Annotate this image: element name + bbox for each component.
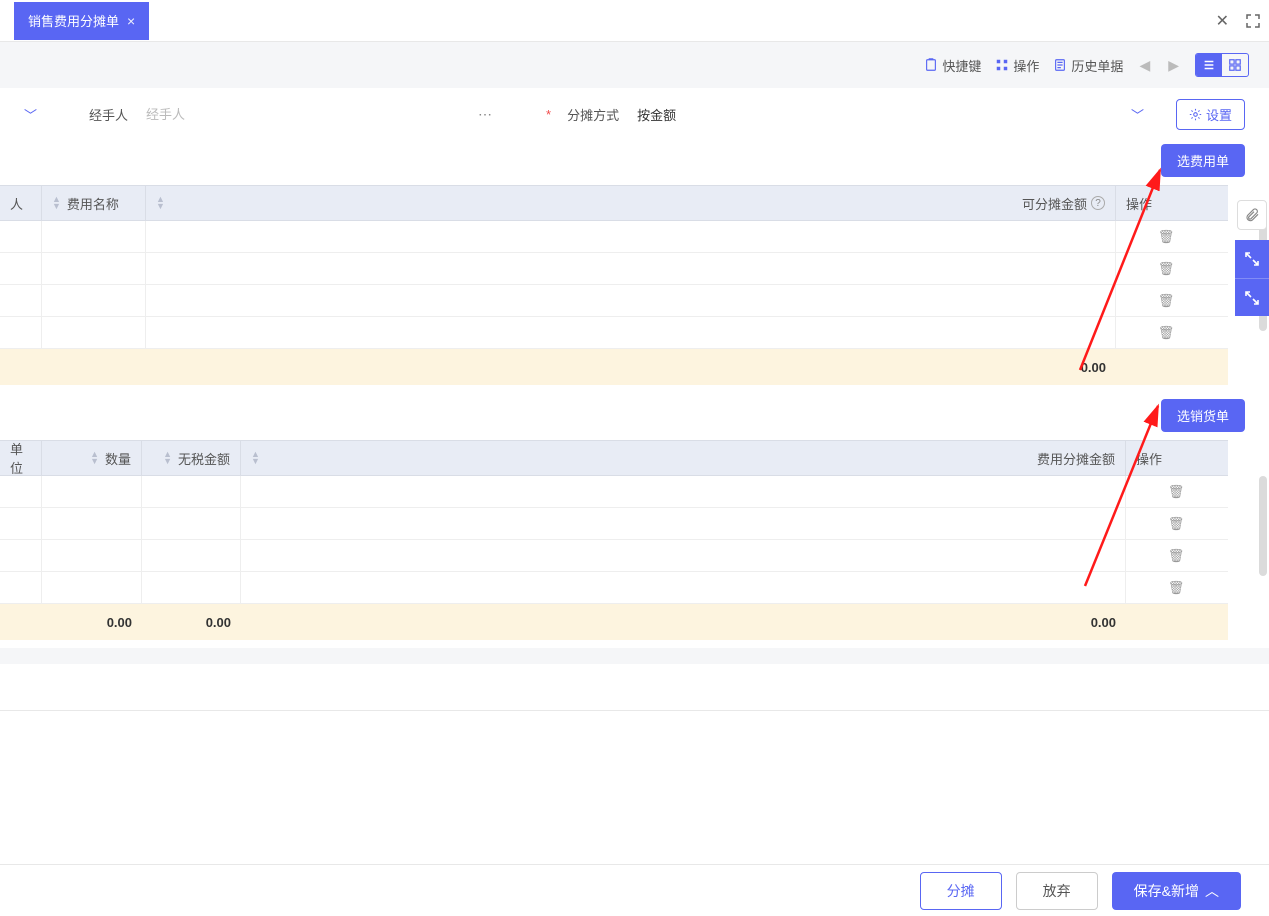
more-icon[interactable]: ⋯ bbox=[478, 106, 494, 123]
history-label: 历史单据 bbox=[1071, 56, 1123, 75]
footer: 分摊 放弃 保存&新增 ︿ bbox=[0, 864, 1269, 916]
expense-grid: 人 ▲▼ 费用名称 ▲▼ 可分摊金额 ? 操作 🗑 🗑 🗑 � bbox=[0, 185, 1269, 385]
expand-out-button[interactable] bbox=[1235, 240, 1269, 278]
sort-icon: ▲▼ bbox=[52, 196, 61, 210]
table-row: 🗑 bbox=[0, 253, 1228, 285]
prev-record-icon[interactable]: ◀ bbox=[1137, 57, 1152, 74]
shortcut-link[interactable]: 快捷键 bbox=[924, 56, 981, 75]
sales-grid: 单位 ▲▼ 数量 ▲▼ 无税金额 ▲▼ 费用分摊金额 操作 🗑 🗑 bbox=[0, 440, 1269, 640]
grid-icon bbox=[995, 58, 1009, 72]
col-notax-amount[interactable]: ▲▼ 无税金额 bbox=[142, 441, 241, 475]
trash-icon[interactable]: 🗑 bbox=[1158, 229, 1175, 245]
col-operation: 操作 bbox=[1126, 441, 1226, 475]
method-select[interactable]: 按金额 ﹀ bbox=[637, 105, 1164, 124]
attachment-button[interactable] bbox=[1237, 200, 1267, 230]
tab-title: 销售费用分摊单 bbox=[28, 11, 119, 30]
handler-label: 经手人 bbox=[89, 105, 128, 124]
table-row: 🗑 bbox=[0, 508, 1228, 540]
trash-icon[interactable]: 🗑 bbox=[1168, 548, 1185, 564]
toolbar: 快捷键 操作 历史单据 ◀ ▶ bbox=[0, 42, 1269, 88]
chevron-down-icon[interactable]: ﹀ bbox=[24, 105, 37, 124]
col-person[interactable]: 人 bbox=[0, 186, 42, 220]
allocate-button[interactable]: 分摊 bbox=[920, 872, 1002, 910]
sort-icon: ▲▼ bbox=[163, 451, 172, 465]
help-icon[interactable]: ? bbox=[1091, 196, 1105, 210]
gear-icon bbox=[1189, 108, 1202, 121]
view-grid-button[interactable] bbox=[1222, 54, 1248, 76]
sales-grid-header: 单位 ▲▼ 数量 ▲▼ 无税金额 ▲▼ 费用分摊金额 操作 bbox=[0, 440, 1228, 476]
sort-icon: ▲▼ bbox=[156, 196, 165, 210]
table-row: 🗑 bbox=[0, 285, 1228, 317]
trash-icon[interactable]: 🗑 bbox=[1168, 580, 1185, 596]
sales-section-actions: 选销货单 bbox=[0, 395, 1269, 440]
col-allocatable-amount[interactable]: ▲▼ 可分摊金额 ? bbox=[146, 186, 1116, 220]
expense-grid-header: 人 ▲▼ 费用名称 ▲▼ 可分摊金额 ? 操作 bbox=[0, 185, 1228, 221]
form-row: ﹀ 经手人 ⋯ * 分摊方式 按金额 ﹀ 设置 bbox=[0, 88, 1269, 140]
table-row: 🗑 bbox=[0, 221, 1228, 253]
operate-link[interactable]: 操作 bbox=[995, 56, 1039, 75]
total-qty: 0.00 bbox=[42, 604, 142, 640]
expand-icon bbox=[1244, 290, 1260, 306]
clipboard-icon bbox=[924, 58, 938, 72]
expand-in-button[interactable] bbox=[1235, 278, 1269, 316]
document-icon bbox=[1053, 58, 1067, 72]
table-row: 🗑 bbox=[0, 540, 1228, 572]
settings-button[interactable]: 设置 bbox=[1176, 99, 1245, 130]
chevron-down-icon: ﹀ bbox=[1131, 105, 1144, 124]
divider-line bbox=[0, 710, 1269, 711]
expand-icon bbox=[1244, 251, 1260, 267]
handler-input[interactable] bbox=[146, 107, 466, 122]
select-expense-button[interactable]: 选费用单 bbox=[1161, 144, 1245, 177]
total-notax: 0.00 bbox=[142, 604, 241, 640]
table-row: 🗑 bbox=[0, 476, 1228, 508]
trash-icon[interactable]: 🗑 bbox=[1158, 325, 1175, 341]
save-and-new-label: 保存&新增 bbox=[1134, 881, 1199, 901]
close-window-icon[interactable]: ✕ bbox=[1216, 11, 1229, 31]
trash-icon[interactable]: 🗑 bbox=[1158, 261, 1175, 277]
select-sales-button[interactable]: 选销货单 bbox=[1161, 399, 1245, 432]
trash-icon[interactable]: 🗑 bbox=[1168, 484, 1185, 500]
discard-button[interactable]: 放弃 bbox=[1016, 872, 1098, 910]
side-tools bbox=[1235, 200, 1269, 316]
shortcut-label: 快捷键 bbox=[942, 56, 981, 75]
fullscreen-icon[interactable] bbox=[1245, 13, 1261, 29]
table-row: 🗑 bbox=[0, 317, 1228, 349]
col-expense-name[interactable]: ▲▼ 费用名称 bbox=[42, 186, 146, 220]
view-toggle bbox=[1195, 53, 1249, 77]
tab-bar: 销售费用分摊单 × ✕ bbox=[0, 0, 1269, 42]
next-record-icon[interactable]: ▶ bbox=[1166, 57, 1181, 74]
col-quantity[interactable]: ▲▼ 数量 bbox=[42, 441, 142, 475]
sales-grid-total: 0.00 0.00 0.00 bbox=[0, 604, 1228, 640]
grid-view-icon bbox=[1228, 58, 1242, 72]
scrollbar[interactable] bbox=[1259, 476, 1267, 576]
view-list-button[interactable] bbox=[1196, 54, 1222, 76]
col-unit[interactable]: 单位 bbox=[0, 441, 42, 475]
method-label: 分摊方式 bbox=[567, 105, 619, 124]
save-and-new-button[interactable]: 保存&新增 ︿ bbox=[1112, 872, 1241, 910]
table-row: 🗑 bbox=[0, 572, 1228, 604]
chevron-up-icon: ︿ bbox=[1205, 881, 1219, 901]
sort-icon: ▲▼ bbox=[90, 451, 99, 465]
sort-icon: ▲▼ bbox=[251, 451, 260, 465]
paperclip-icon bbox=[1244, 207, 1260, 223]
operate-label: 操作 bbox=[1013, 56, 1039, 75]
history-link[interactable]: 历史单据 bbox=[1053, 56, 1123, 75]
window-controls: ✕ bbox=[1216, 0, 1261, 42]
list-icon bbox=[1202, 58, 1216, 72]
col-alloc-amount[interactable]: ▲▼ 费用分摊金额 bbox=[241, 441, 1126, 475]
expense-section-actions: 选费用单 bbox=[0, 140, 1269, 185]
required-star-icon: * bbox=[546, 107, 551, 122]
tab-active[interactable]: 销售费用分摊单 × bbox=[14, 2, 149, 40]
expense-grid-total: 0.00 bbox=[0, 349, 1228, 385]
total-alloc: 0.00 bbox=[241, 604, 1126, 640]
col-operation: 操作 bbox=[1116, 186, 1216, 220]
section-divider bbox=[0, 648, 1269, 664]
trash-icon[interactable]: 🗑 bbox=[1158, 293, 1175, 309]
total-allocatable: 0.00 bbox=[146, 349, 1116, 385]
settings-label: 设置 bbox=[1206, 105, 1232, 124]
trash-icon[interactable]: 🗑 bbox=[1168, 516, 1185, 532]
method-value: 按金额 bbox=[637, 105, 676, 124]
close-icon[interactable]: × bbox=[127, 13, 135, 29]
